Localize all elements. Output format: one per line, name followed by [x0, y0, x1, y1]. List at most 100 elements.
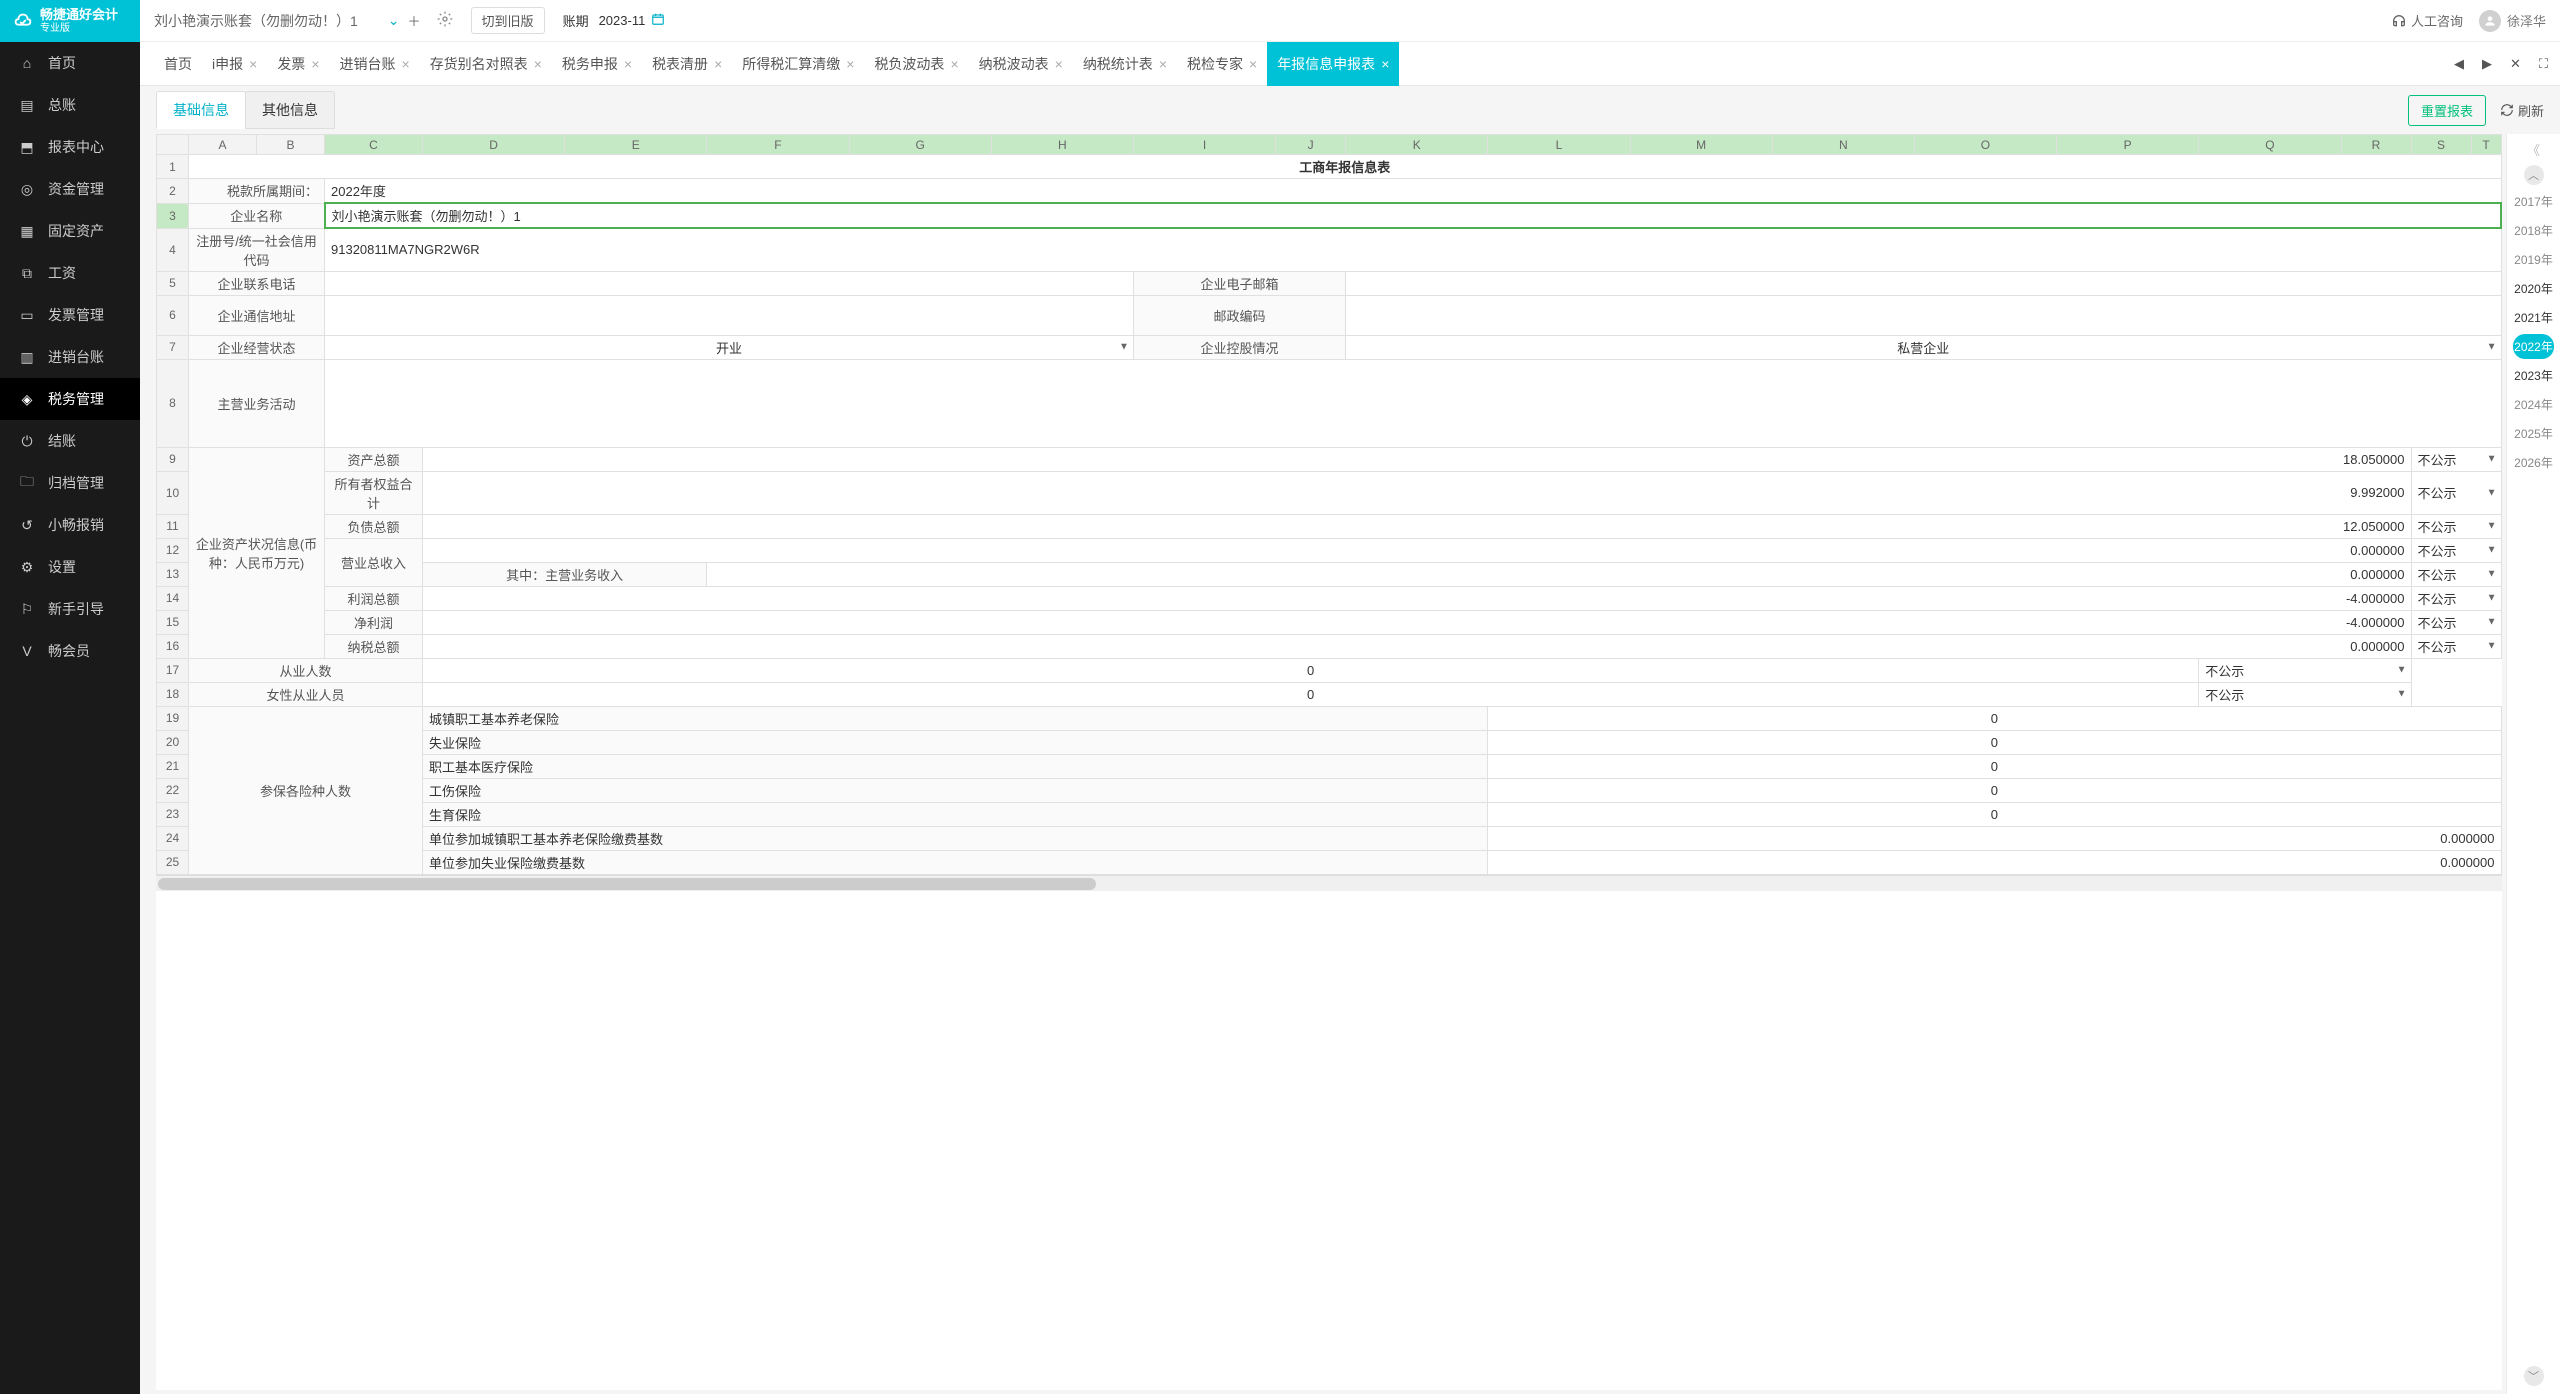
col-header[interactable]: I [1133, 135, 1275, 155]
col-header[interactable]: N [1772, 135, 1914, 155]
visibility-select[interactable]: 不公示▼ [2411, 471, 2501, 514]
year-item[interactable]: 2019年 [2507, 245, 2560, 274]
col-header[interactable]: L [1488, 135, 1630, 155]
tab-next-icon[interactable]: ▶ [2478, 52, 2496, 76]
subtab-0[interactable]: 基础信息 [156, 91, 246, 129]
cell[interactable]: 0 [423, 658, 2199, 682]
cell[interactable]: 9.992000 [423, 471, 2412, 514]
visibility-select[interactable]: 不公示▼ [2411, 538, 2501, 562]
cell[interactable]: 18.050000 [423, 447, 2412, 471]
visibility-select[interactable]: 不公示▼ [2411, 562, 2501, 586]
sidebar-item-0[interactable]: ⌂首页 [0, 42, 140, 84]
reset-button[interactable]: 重置报表 [2408, 95, 2486, 126]
col-header[interactable]: B [257, 135, 325, 155]
close-icon[interactable]: × [534, 56, 542, 72]
close-icon[interactable]: × [1381, 56, 1389, 72]
close-icon[interactable]: × [249, 56, 257, 72]
account-selector[interactable]: 刘小艳演示账套（勿删勿动！）1 ⌄ [154, 11, 400, 31]
row-header[interactable]: 4 [157, 228, 189, 271]
col-header[interactable]: H [991, 135, 1133, 155]
col-header[interactable]: P [2057, 135, 2199, 155]
row-header[interactable]: 14 [157, 586, 189, 610]
cell[interactable]: 不公示▼ [2199, 658, 2411, 682]
row-header[interactable]: 10 [157, 471, 189, 514]
dropdown-icon[interactable]: ▼ [2487, 487, 2497, 498]
sidebar-item-7[interactable]: ▥进销台账 [0, 336, 140, 378]
period-value[interactable]: 2023-11 [599, 13, 646, 28]
cell[interactable]: -4.000000 [423, 586, 2412, 610]
calendar-icon[interactable] [651, 12, 665, 29]
row-header[interactable]: 5 [157, 271, 189, 295]
close-icon[interactable]: × [402, 56, 410, 72]
tab-close-all-icon[interactable]: ✕ [2506, 52, 2525, 76]
status-select[interactable]: 开业▼ [325, 335, 1134, 359]
cell[interactable]: 不公示▼ [2199, 682, 2411, 706]
col-header[interactable]: K [1346, 135, 1488, 155]
tab-0[interactable]: 首页 [154, 42, 202, 86]
close-icon[interactable]: × [311, 56, 319, 72]
fullscreen-icon[interactable]: ⛶ [2535, 52, 2552, 76]
refresh-button[interactable]: 刷新 [2500, 101, 2544, 120]
row-header[interactable]: 7 [157, 335, 189, 359]
close-icon[interactable]: × [624, 56, 632, 72]
row-header[interactable]: 22 [157, 778, 189, 802]
close-icon[interactable]: × [1055, 56, 1063, 72]
tab-2[interactable]: 发票× [267, 42, 329, 86]
cell[interactable]: 0 [1488, 706, 2501, 730]
year-item[interactable]: 2018年 [2507, 216, 2560, 245]
sidebar-item-6[interactable]: ▭发票管理 [0, 294, 140, 336]
col-header[interactable]: F [707, 135, 849, 155]
sidebar-item-8[interactable]: ◈税务管理 [0, 378, 140, 420]
year-down-icon[interactable]: ﹀ [2524, 1366, 2544, 1386]
row-header[interactable]: 20 [157, 730, 189, 754]
sidebar-item-13[interactable]: ⚐新手引导 [0, 588, 140, 630]
cell[interactable]: 0.000000 [423, 634, 2412, 658]
year-item[interactable]: 2020年 [2507, 274, 2560, 303]
cell[interactable] [1346, 295, 2501, 335]
year-item[interactable]: 2026年 [2507, 448, 2560, 477]
row-header[interactable]: 13 [157, 562, 189, 586]
period-value[interactable]: 2022年度 [325, 179, 2502, 204]
dropdown-icon[interactable]: ▼ [2487, 617, 2497, 628]
cell[interactable] [325, 295, 1134, 335]
row-header[interactable]: 18 [157, 682, 189, 706]
sidebar-item-9[interactable]: ⏻结账 [0, 420, 140, 462]
visibility-select[interactable]: 不公示▼ [2411, 514, 2501, 538]
col-header[interactable]: T [2471, 135, 2501, 155]
sidebar-item-4[interactable]: ▦固定资产 [0, 210, 140, 252]
col-header[interactable]: Q [2199, 135, 2341, 155]
cell[interactable]: 0 [1488, 802, 2501, 826]
tab-1[interactable]: i申报× [202, 42, 267, 86]
year-item[interactable]: 2021年 [2507, 303, 2560, 332]
row-header[interactable]: 11 [157, 514, 189, 538]
row-header[interactable]: 21 [157, 754, 189, 778]
visibility-select[interactable]: 不公示▼ [2411, 586, 2501, 610]
cell[interactable]: 0 [423, 682, 2199, 706]
sidebar-item-10[interactable]: 🗀归档管理 [0, 462, 140, 504]
sidebar-item-11[interactable]: ↺小畅报销 [0, 504, 140, 546]
dropdown-icon[interactable]: ▼ [2487, 521, 2497, 532]
year-item[interactable]: 2024年 [2507, 390, 2560, 419]
cell[interactable]: 0 [1488, 778, 2501, 802]
sidebar-item-12[interactable]: ⚙设置 [0, 546, 140, 588]
col-header[interactable]: D [423, 135, 565, 155]
close-icon[interactable]: × [1159, 56, 1167, 72]
year-item[interactable]: 2023年 [2507, 361, 2560, 390]
sidebar-item-3[interactable]: ◎资金管理 [0, 168, 140, 210]
subtab-1[interactable]: 其他信息 [245, 91, 335, 129]
cell[interactable]: 0 [1488, 754, 2501, 778]
col-header[interactable]: R [2341, 135, 2411, 155]
gear-icon[interactable] [437, 11, 453, 30]
close-icon[interactable]: × [846, 56, 854, 72]
horizontal-scrollbar[interactable] [156, 875, 2502, 891]
dropdown-icon[interactable]: ▼ [2487, 342, 2497, 353]
row-header[interactable]: 23 [157, 802, 189, 826]
sidebar-item-1[interactable]: ▤总账 [0, 84, 140, 126]
visibility-select[interactable]: 不公示▼ [2411, 634, 2501, 658]
row-header[interactable]: 12 [157, 538, 189, 562]
tab-10[interactable]: 纳税统计表× [1073, 42, 1177, 86]
row-header[interactable]: 6 [157, 295, 189, 335]
col-header[interactable]: J [1276, 135, 1346, 155]
tab-8[interactable]: 税负波动表× [864, 42, 968, 86]
tab-6[interactable]: 税表清册× [642, 42, 732, 86]
